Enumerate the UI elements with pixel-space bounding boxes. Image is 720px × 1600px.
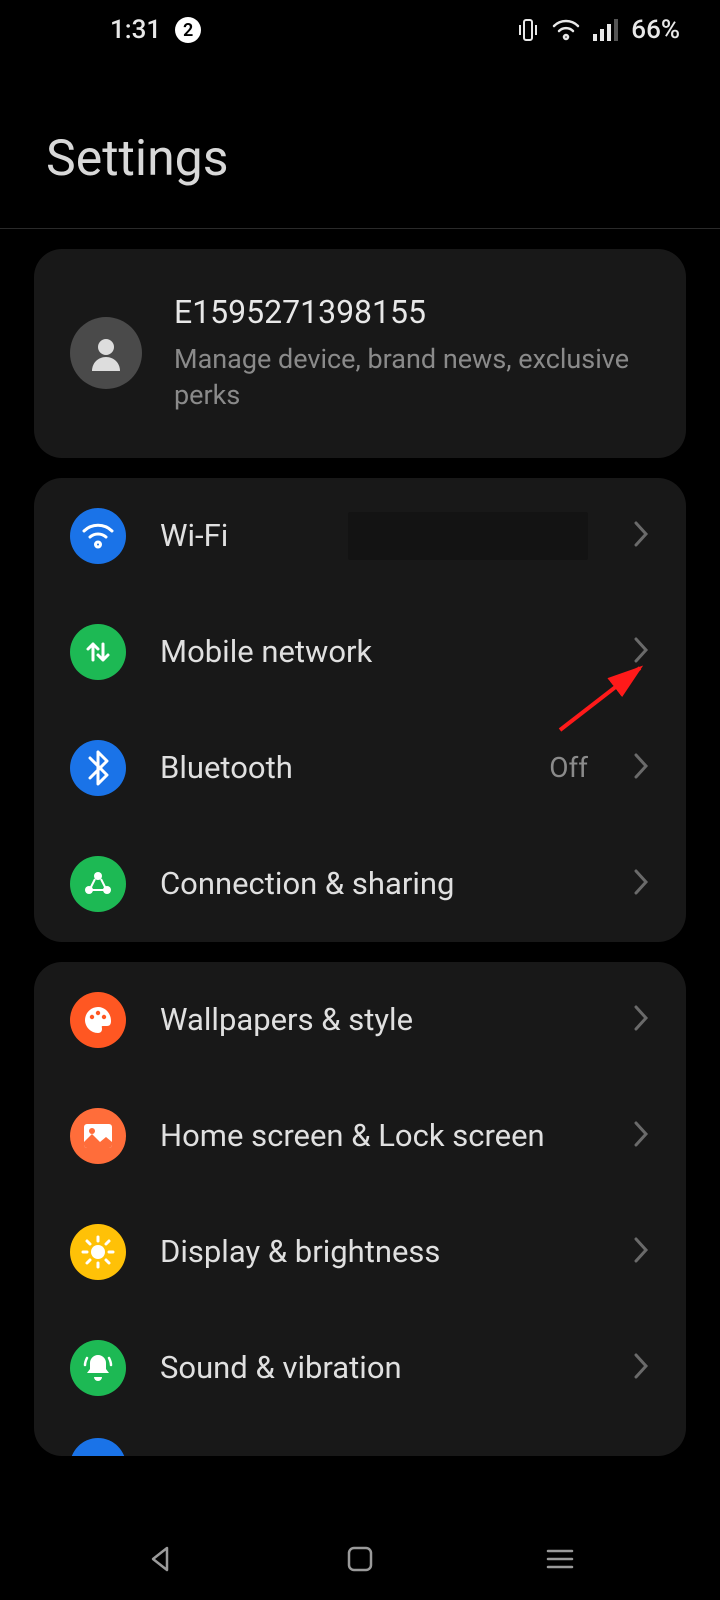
bell-icon [70,1340,126,1396]
row-home-lock[interactable]: Home screen & Lock screen [34,1078,686,1194]
row-label: Mobile network [160,633,598,670]
header-divider [0,228,720,229]
chevron-right-icon [632,1119,650,1153]
nav-recents-button[interactable] [545,1547,575,1575]
chevron-right-icon [632,635,650,669]
row-label: Bluetooth [160,749,515,786]
account-name: E1595271398155 [174,293,650,331]
wifi-icon [551,18,581,42]
sun-icon [70,1224,126,1280]
avatar [70,317,142,389]
nav-home-button[interactable] [346,1545,374,1577]
account-card[interactable]: E1595271398155 Manage device, brand news… [34,249,686,458]
status-bar: 1:31 2 66% [0,0,720,60]
row-label: Wi-Fi [160,517,314,554]
bluetooth-icon [70,740,126,796]
row-display[interactable]: Display & brightness [34,1194,686,1310]
account-subtitle: Manage device, brand news, exclusive per… [174,341,650,414]
row-bluetooth[interactable]: Bluetooth Off [34,710,686,826]
chevron-right-icon [632,1351,650,1385]
mobile-data-icon [70,624,126,680]
chevron-right-icon [632,1235,650,1269]
row-peek[interactable] [34,1426,686,1456]
row-wallpapers[interactable]: Wallpapers & style [34,962,686,1078]
palette-icon [70,992,126,1048]
row-mobile-network[interactable]: Mobile network [34,594,686,710]
row-label: Wallpapers & style [160,1001,598,1038]
status-right: 66% [517,15,680,45]
status-time: 1:31 [110,15,161,45]
peek-icon [70,1438,126,1456]
signal-icon [593,19,619,41]
row-connection-sharing[interactable]: Connection & sharing [34,826,686,942]
chevron-right-icon [632,519,650,553]
page-title: Settings [0,60,720,228]
row-label: Display & brightness [160,1233,598,1270]
row-label: Sound & vibration [160,1349,598,1386]
bluetooth-value: Off [549,751,588,784]
wifi-value-redacted [348,512,588,560]
row-sound[interactable]: Sound & vibration [34,1310,686,1426]
row-wifi[interactable]: Wi-Fi [34,478,686,594]
status-left: 1:31 2 [110,15,201,45]
battery-percent: 66% [631,15,680,45]
row-label: Home screen & Lock screen [160,1117,598,1154]
chevron-right-icon [632,867,650,901]
settings-group-connectivity: Wi-Fi Mobile network Bluetooth Off Conne… [34,478,686,942]
vibrate-icon [517,18,539,42]
chevron-right-icon [632,1003,650,1037]
share-icon [70,856,126,912]
navigation-bar [0,1522,720,1600]
wifi-icon [70,508,126,564]
image-icon [70,1108,126,1164]
settings-group-personalization: Wallpapers & style Home screen & Lock sc… [34,962,686,1456]
row-label: Connection & sharing [160,865,598,902]
nav-back-button[interactable] [145,1544,175,1578]
notification-count-badge: 2 [175,17,201,43]
chevron-right-icon [632,751,650,785]
